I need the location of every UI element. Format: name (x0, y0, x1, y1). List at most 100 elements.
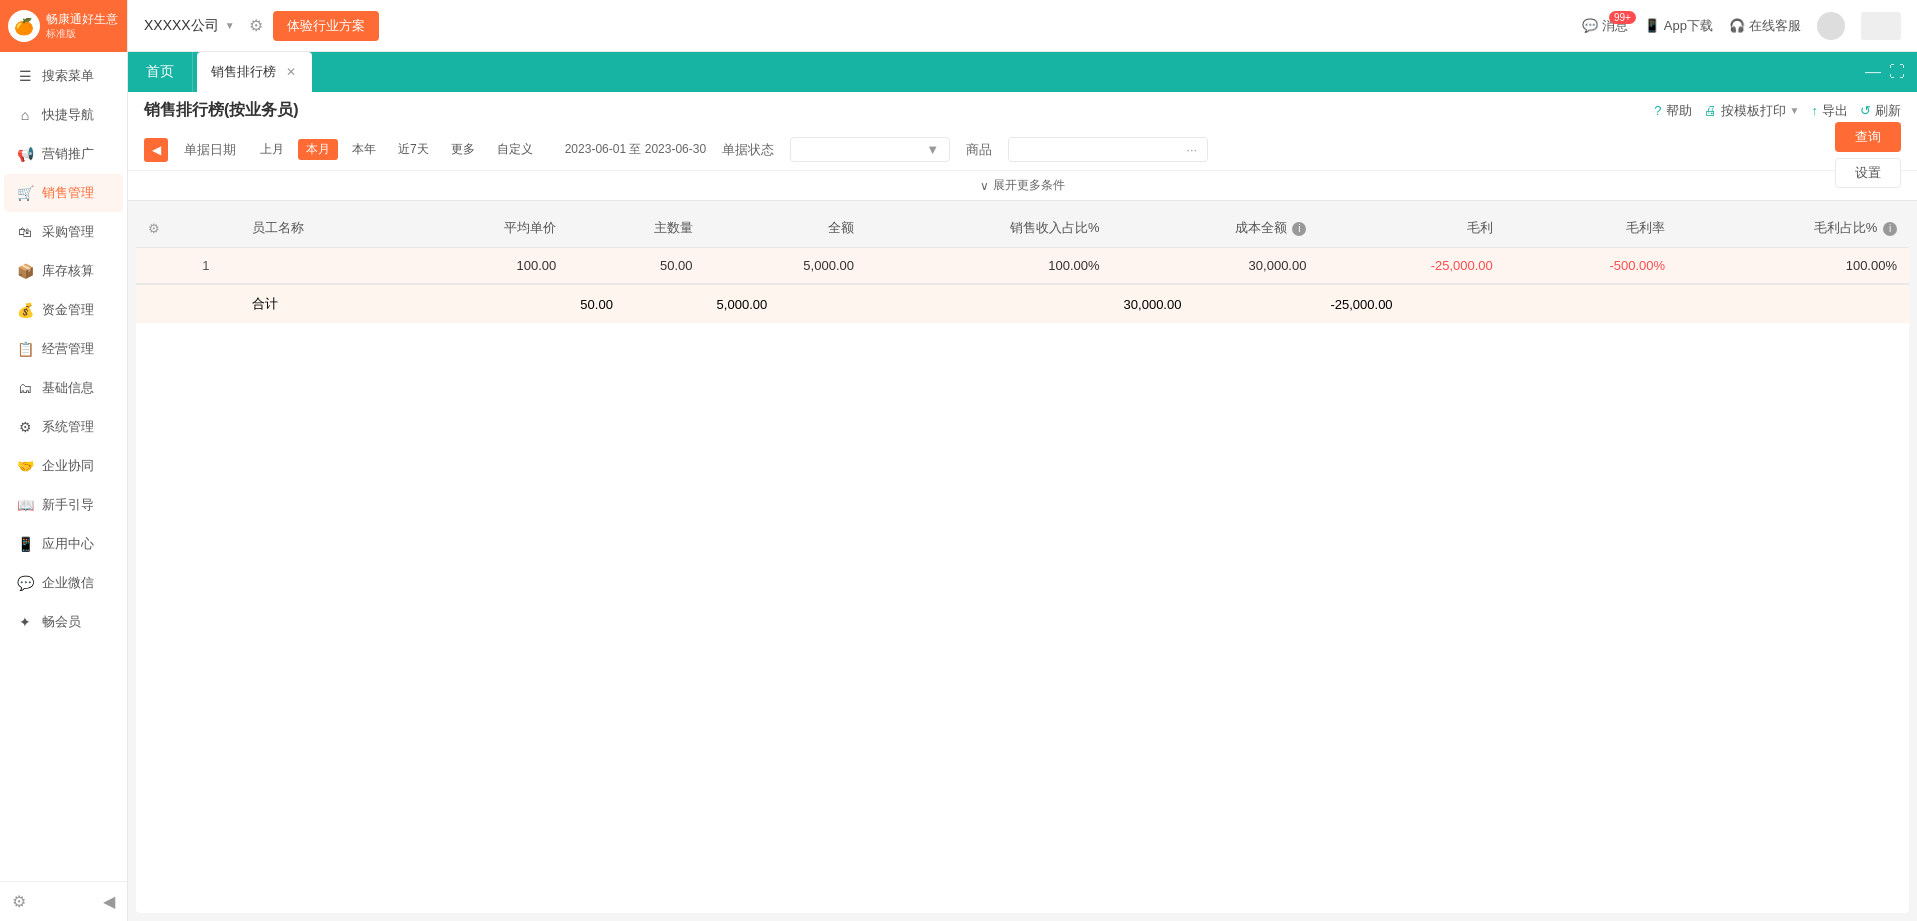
expand-label: 展开更多条件 (993, 177, 1065, 194)
sidebar-item-member[interactable]: ✦ 畅会员 (4, 603, 123, 641)
row-quantity: 50.00 (568, 248, 704, 285)
col-settings[interactable]: ⚙ (136, 209, 172, 248)
footer-gross: -25,000.00 (1318, 284, 1504, 323)
collapse-icon[interactable]: ◀ (103, 892, 115, 911)
col-rank (172, 209, 240, 248)
sidebar-item-label: 搜索菜单 (42, 67, 94, 85)
page-title: 销售排行榜(按业务员) (144, 100, 299, 121)
sidebar-item-appstore[interactable]: 📱 应用中心 (4, 525, 123, 563)
sidebar-item-operations[interactable]: 📋 经营管理 (4, 330, 123, 368)
topbar-settings-icon[interactable]: ⚙ (249, 16, 263, 35)
status-select[interactable]: ▼ (790, 137, 950, 162)
sidebar-item-basics[interactable]: 🗂 基础信息 (4, 369, 123, 407)
goods-selector[interactable]: ··· (1008, 137, 1208, 162)
wechat-icon: 💬 (16, 575, 34, 591)
footer-gross-pct (1677, 284, 1909, 323)
table-header-row: ⚙ 员工名称 平均单价 主数量 全额 销售收入占比% 成本全额 i 毛利 毛利率… (136, 209, 1909, 248)
row-avg-price: 100.00 (404, 248, 568, 285)
col-avg-price: 平均单价 (404, 209, 568, 248)
status-chevron-icon: ▼ (926, 142, 939, 157)
row-amount: 5,000.00 (705, 248, 866, 285)
sidebar-item-system[interactable]: ⚙ 系统管理 (4, 408, 123, 446)
trial-button[interactable]: 体验行业方案 (273, 11, 379, 41)
expand-bar[interactable]: ∨ 展开更多条件 (128, 170, 1917, 200)
date-opt-more[interactable]: 更多 (443, 139, 483, 160)
top-bar: XXXXX公司 ▼ ⚙ 体验行业方案 💬 消息 99+ 📱 App下载 🎧 在线… (128, 0, 1917, 52)
app-icon: 📱 (1644, 18, 1660, 33)
date-options: 上月 本月 本年 近7天 更多 自定义 (252, 139, 541, 160)
app-download-btn[interactable]: 📱 App下载 (1644, 17, 1713, 35)
cost-info-icon[interactable]: i (1292, 222, 1306, 236)
row-sales-pct: 100.00% (866, 248, 1112, 285)
service-btn[interactable]: 🎧 在线客服 (1729, 17, 1801, 35)
logo-subtitle: 标准版 (46, 27, 118, 40)
tab-close-icon[interactable]: ✕ (284, 63, 298, 81)
table-row: 1 100.00 50.00 5,000.00 100.00% 30,000.0… (136, 248, 1909, 285)
footer-empty1 (136, 284, 172, 323)
filter-toggle-btn[interactable]: ◀ (144, 138, 168, 162)
sidebar-item-label: 应用中心 (42, 535, 94, 553)
help-btn[interactable]: ? 帮助 (1654, 102, 1691, 120)
appstore-icon: 📱 (16, 536, 34, 552)
sidebar-item-collab[interactable]: 🤝 企业协同 (4, 447, 123, 485)
col-cost: 成本全额 i (1112, 209, 1319, 248)
sidebar-item-wechat[interactable]: 💬 企业微信 (4, 564, 123, 602)
sidebar-item-guide[interactable]: 📖 新手引导 (4, 486, 123, 524)
footer-quantity: 50.00 (568, 284, 704, 323)
sidebar-item-label: 企业协同 (42, 457, 94, 475)
settings-bottom-icon[interactable]: ⚙ (12, 892, 26, 911)
refresh-btn[interactable]: ↺ 刷新 (1860, 102, 1901, 120)
sidebar-item-quicknav[interactable]: ⌂ 快捷导航 (4, 96, 123, 134)
col-gross: 毛利 (1318, 209, 1504, 248)
page-content: 销售排行榜(按业务员) ? 帮助 🖨 按模板打印 ▼ ↑ 导出 (128, 92, 1917, 921)
tab-bar: 首页 销售排行榜 ✕ — ⛶ (128, 52, 1917, 92)
user-name[interactable] (1861, 12, 1901, 40)
row-cost: 30,000.00 (1112, 248, 1319, 285)
sidebar-item-inventory[interactable]: 📦 库存核算 (4, 252, 123, 290)
tab-sales-ranking[interactable]: 销售排行榜 ✕ (197, 52, 312, 92)
sidebar-item-marketing[interactable]: 📢 营销推广 (4, 135, 123, 173)
export-btn[interactable]: ↑ 导出 (1812, 102, 1849, 120)
print-chevron-icon: ▼ (1790, 105, 1800, 116)
date-opt-thisyear[interactable]: 本年 (344, 139, 384, 160)
date-opt-custom[interactable]: 自定义 (489, 139, 541, 160)
table-footer-row: 合计 50.00 5,000.00 30,000.00 -25,000.00 (136, 284, 1909, 323)
tab-expand-icon[interactable]: ⛶ (1889, 63, 1905, 81)
footer-empty2 (172, 284, 240, 323)
tab-minimize-icon[interactable]: — (1865, 63, 1881, 81)
row-gross: -25,000.00 (1318, 248, 1504, 285)
message-btn[interactable]: 💬 消息 99+ (1582, 17, 1628, 35)
row-gross-pct: 100.00% (1677, 248, 1909, 285)
row-gross-rate: -500.00% (1505, 248, 1677, 285)
date-opt-thismonth[interactable]: 本月 (298, 139, 338, 160)
sidebar-item-label: 资金管理 (42, 301, 94, 319)
basics-icon: 🗂 (16, 380, 34, 396)
query-button[interactable]: 查询 (1835, 122, 1901, 152)
sidebar-item-search[interactable]: ☰ 搜索菜单 (4, 57, 123, 95)
top-bar-right: 💬 消息 99+ 📱 App下载 🎧 在线客服 (1582, 12, 1901, 40)
service-label: 在线客服 (1749, 17, 1801, 35)
row-settings (136, 248, 172, 285)
search-menu-icon: ☰ (16, 68, 34, 84)
guide-icon: 📖 (16, 497, 34, 513)
user-avatar[interactable] (1817, 12, 1845, 40)
operations-icon: 📋 (16, 341, 34, 357)
settings-button[interactable]: 设置 (1835, 158, 1901, 188)
sidebar-item-sales[interactable]: 🛒 销售管理 (4, 174, 123, 212)
sidebar-item-purchase[interactable]: 🛍 采购管理 (4, 213, 123, 251)
date-opt-7days[interactable]: 近7天 (390, 139, 437, 160)
sales-icon: 🛒 (16, 185, 34, 201)
export-label: 导出 (1822, 102, 1848, 120)
date-opt-lastmonth[interactable]: 上月 (252, 139, 292, 160)
sidebar-item-finance[interactable]: 💰 资金管理 (4, 291, 123, 329)
row-name (240, 248, 404, 285)
print-btn[interactable]: 🖨 按模板打印 ▼ (1704, 102, 1800, 120)
company-name: XXXXX公司 (144, 17, 219, 35)
sidebar-item-label: 营销推广 (42, 145, 94, 163)
date-label: 单据日期 (184, 141, 236, 159)
goods-more-icon[interactable]: ··· (1186, 142, 1197, 157)
help-label: 帮助 (1666, 102, 1692, 120)
gross-pct-info-icon[interactable]: i (1883, 222, 1897, 236)
company-selector[interactable]: XXXXX公司 ▼ (144, 17, 235, 35)
tab-home[interactable]: 首页 (128, 52, 193, 92)
